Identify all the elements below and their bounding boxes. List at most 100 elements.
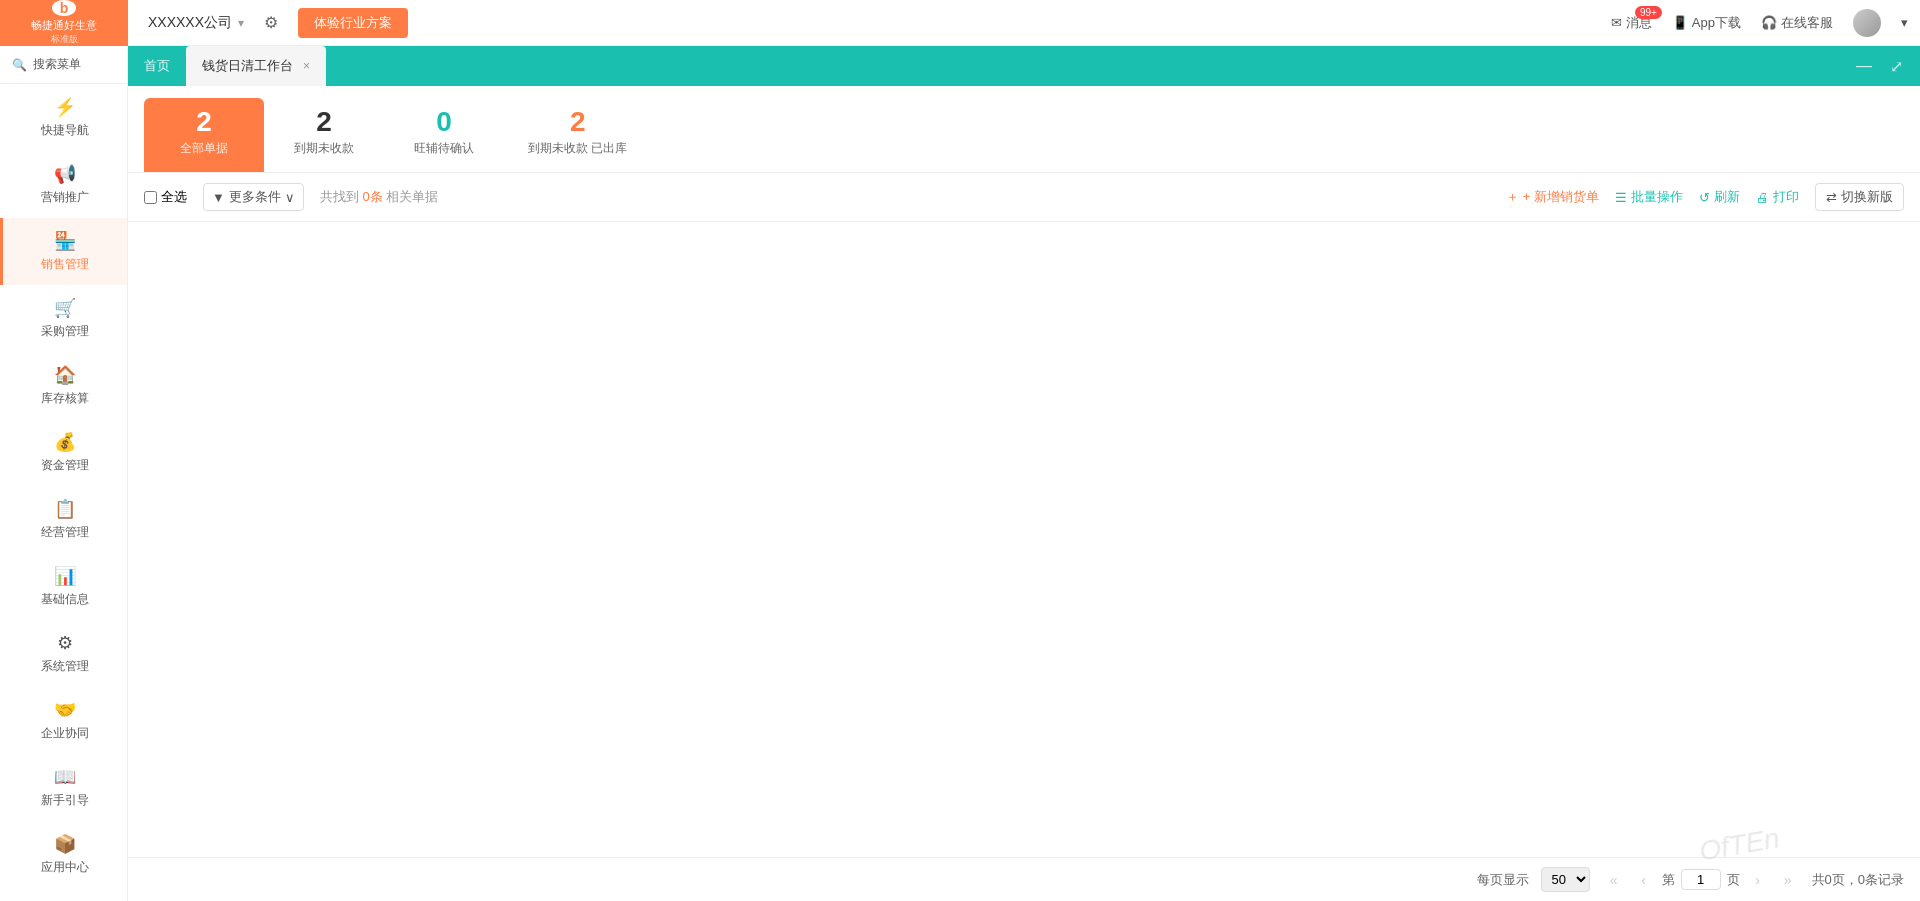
trial-button[interactable]: 体验行业方案 [298, 8, 408, 38]
sidebar: 🔍 搜索菜单 ⚡ 快捷导航 📢 营销推广 🏪 销售管理 🛒 采购管理 🏠 库存核… [0, 46, 128, 901]
plus-icon: ＋ [1506, 188, 1519, 206]
sidebar-item-system[interactable]: ⚙ 系统管理 [0, 620, 127, 687]
tab-bar: 首页 钱货日清工作台 × — ⤢ [128, 46, 1920, 86]
settings-button[interactable]: ⚙ [256, 8, 286, 38]
print-button[interactable]: 🖨 打印 [1756, 188, 1799, 206]
sidebar-item-inventory[interactable]: 🏠 库存核算 [0, 352, 127, 419]
handshake-icon: 🤝 [54, 699, 76, 721]
app-download-button[interactable]: 📱 App下载 [1672, 14, 1741, 32]
toolbar-right: ＋ + 新增销货单 ☰ 批量操作 ↺ 刷新 🖨 打印 [1506, 183, 1904, 211]
stat-num-wangfu: 0 [436, 106, 452, 138]
found-count: 0条 [363, 189, 383, 204]
company-name: XXXXXX公司 [148, 14, 232, 32]
switch-icon: ⇄ [1826, 190, 1837, 205]
sidebar-label-marketing: 营销推广 [41, 189, 89, 206]
tab-home[interactable]: 首页 [128, 46, 186, 86]
download-icon: 📱 [1672, 15, 1688, 30]
page-suffix: 页 [1727, 871, 1740, 889]
page-next-button[interactable]: › [1746, 868, 1770, 892]
per-page-select[interactable]: 50 [1541, 867, 1590, 892]
lightning-icon: ⚡ [54, 96, 76, 118]
search-menu-item[interactable]: 🔍 搜索菜单 [0, 46, 127, 84]
sidebar-label-system: 系统管理 [41, 658, 89, 675]
refresh-icon: ↺ [1699, 190, 1710, 205]
avatar[interactable] [1853, 9, 1881, 37]
total-text: 共0页，0条记录 [1812, 871, 1904, 889]
search-icon: 🔍 [12, 58, 27, 72]
tab-home-label: 首页 [144, 57, 170, 75]
sidebar-item-operations[interactable]: 📋 经营管理 [0, 486, 127, 553]
batch-button[interactable]: ☰ 批量操作 [1615, 188, 1683, 206]
app-logo: b 畅捷通好生意 标准版 [0, 0, 128, 46]
sidebar-item-enterprise[interactable]: 🤝 企业协同 [0, 687, 127, 754]
filter-icon: ▼ [212, 190, 225, 205]
sidebar-label-sales: 销售管理 [41, 256, 89, 273]
refresh-button[interactable]: ↺ 刷新 [1699, 188, 1740, 206]
stat-label-wangfu: 旺辅待确认 [414, 140, 474, 157]
maximize-tab-button[interactable]: ⤢ [1884, 54, 1908, 78]
sidebar-item-wechat[interactable]: 💬 企业微信 [0, 888, 127, 901]
sidebar-item-purchase[interactable]: 🛒 采购管理 [0, 285, 127, 352]
company-selector[interactable]: XXXXXX公司 ▾ [140, 10, 252, 36]
sidebar-item-sales[interactable]: 🏪 销售管理 [0, 218, 127, 285]
topbar-content: XXXXXX公司 ▾ ⚙ 体验行业方案 ✉ 消息 99+ 📱 App下载 🎧 在… [140, 8, 1908, 38]
sidebar-label-basics: 基础信息 [41, 591, 89, 608]
sidebar-item-marketing[interactable]: 📢 营销推广 [0, 151, 127, 218]
stat-tab-wangfu[interactable]: 0 旺辅待确认 [384, 98, 504, 172]
sidebar-item-quick-nav[interactable]: ⚡ 快捷导航 [0, 84, 127, 151]
page-prev-button[interactable]: ‹ [1632, 868, 1656, 892]
sidebar-item-guide[interactable]: 📖 新手引导 [0, 754, 127, 821]
topbar-right: ✉ 消息 99+ 📱 App下载 🎧 在线客服 ▾ [1611, 9, 1908, 37]
pagination-bar: 每页显示 50 « ‹ 第 页 › » 共0页，0条记录 [128, 857, 1920, 901]
sidebar-item-basics[interactable]: 📊 基础信息 [0, 553, 127, 620]
minimize-tab-button[interactable]: — [1852, 54, 1876, 78]
sidebar-item-appstore[interactable]: 📦 应用中心 [0, 821, 127, 888]
filter-label: 更多条件 [229, 188, 281, 206]
toolbar: 全选 ▼ 更多条件 ∨ 共找到 0条 相关单据 ＋ + 新增销货单 [128, 173, 1920, 222]
message-icon: ✉ [1611, 15, 1622, 30]
avatar-image [1853, 9, 1881, 37]
tab-actions: — ⤢ [1852, 54, 1920, 78]
page-last-button[interactable]: » [1776, 868, 1800, 892]
gear-icon: ⚙ [57, 632, 73, 654]
chevron-icon: ∨ [285, 190, 295, 205]
page-first-button[interactable]: « [1602, 868, 1626, 892]
stat-label-all: 全部单据 [180, 140, 228, 157]
headset-icon: 🎧 [1761, 15, 1777, 30]
cart-icon: 🛒 [54, 297, 76, 319]
print-icon: 🖨 [1756, 190, 1769, 205]
sidebar-label-appstore: 应用中心 [41, 859, 89, 876]
chevron-down-icon: ▾ [238, 16, 244, 30]
stat-tab-overdue[interactable]: 2 到期未收款 [264, 98, 384, 172]
found-text: 共找到 0条 相关单据 [320, 188, 438, 206]
page-number-input[interactable] [1681, 869, 1721, 890]
sidebar-item-finance[interactable]: 💰 资金管理 [0, 419, 127, 486]
stat-num-overdue: 2 [316, 106, 332, 138]
select-all-input[interactable] [144, 191, 157, 204]
sidebar-label-quick-nav: 快捷导航 [41, 122, 89, 139]
stat-tab-all[interactable]: 2 全部单据 [144, 98, 264, 172]
stat-tab-shipped[interactable]: 2 到期未收款 已出库 [504, 98, 651, 172]
stats-tabs: 2 全部单据 2 到期未收款 0 旺辅待确认 2 到期未收款 已出库 [128, 86, 1920, 173]
online-service-button[interactable]: 🎧 在线客服 [1761, 14, 1833, 32]
logo-text: 畅捷通好生意 [31, 18, 97, 33]
tab-qinguo[interactable]: 钱货日清工作台 × [186, 46, 326, 86]
filter-button[interactable]: ▼ 更多条件 ∨ [203, 183, 304, 211]
tab-qinguo-label: 钱货日清工作台 [202, 57, 293, 75]
house-icon: 🏠 [54, 364, 76, 386]
messages-button[interactable]: ✉ 消息 99+ [1611, 14, 1652, 32]
select-all-checkbox[interactable]: 全选 [144, 188, 187, 206]
search-menu-label: 搜索菜单 [33, 56, 81, 73]
logo-sub: 标准版 [51, 33, 78, 46]
money-icon: 💰 [54, 431, 76, 453]
topbar: b 畅捷通好生意 标准版 XXXXXX公司 ▾ ⚙ 体验行业方案 ✉ 消息 99… [0, 0, 1920, 46]
user-name[interactable]: ▾ [1901, 15, 1908, 30]
message-badge: 99+ [1635, 6, 1662, 19]
add-sale-button[interactable]: ＋ + 新增销货单 [1506, 188, 1599, 206]
book-icon: 📖 [54, 766, 76, 788]
sidebar-label-inventory: 库存核算 [41, 390, 89, 407]
tab-close-icon[interactable]: × [303, 59, 310, 73]
page-content: 2 全部单据 2 到期未收款 0 旺辅待确认 2 到期未收款 已出库 [128, 86, 1920, 901]
switch-version-button[interactable]: ⇄ 切换新版 [1815, 183, 1904, 211]
stat-label-overdue: 到期未收款 [294, 140, 354, 157]
